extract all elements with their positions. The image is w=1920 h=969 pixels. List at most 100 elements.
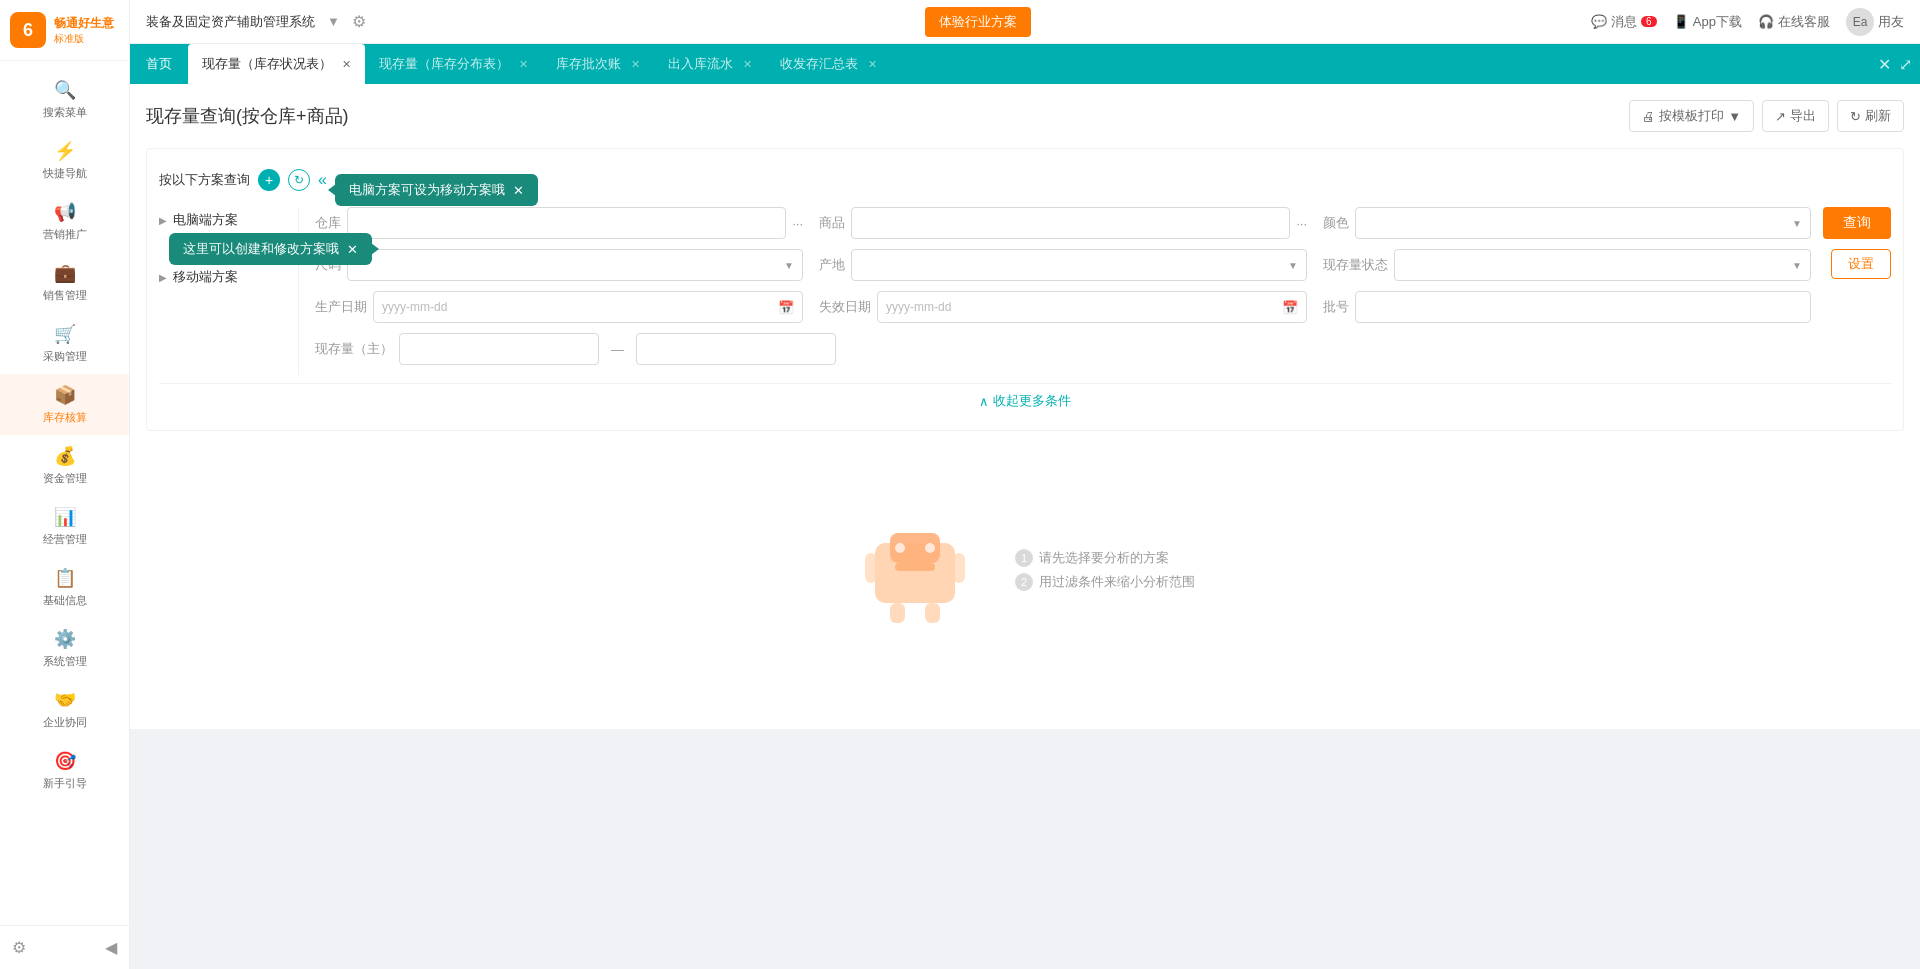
- sidebar-nav: 🔍 搜索菜单 ⚡ 快捷导航 📢 营销推广 💼 销售管理 🛒 采购管理 📦 库存核…: [0, 61, 129, 925]
- color-label: 颜色: [1323, 214, 1349, 232]
- svg-rect-5: [865, 553, 877, 583]
- sidebar-item-inventory[interactable]: 📦 库存核算: [0, 374, 129, 435]
- collapse-label: 收起更多条件: [993, 392, 1071, 410]
- settings-bottom-icon[interactable]: ⚙: [12, 938, 26, 957]
- briefcase-icon: 💼: [54, 262, 76, 284]
- sidebar-item-marketing[interactable]: 📢 营销推广: [0, 191, 129, 252]
- collapse-up-icon: ∧: [979, 394, 989, 409]
- message-icon: 💬: [1591, 14, 1607, 29]
- empty-text-area: 1 请先选择要分析的方案 2 用过滤条件来缩小分析范围: [1015, 549, 1195, 597]
- tab-expand-icon[interactable]: ⤢: [1899, 55, 1912, 74]
- tooltip1-close[interactable]: ✕: [513, 183, 524, 198]
- chart-icon: 📊: [54, 506, 76, 528]
- production-date-placeholder: yyyy-mm-dd: [382, 300, 447, 314]
- tab-batch[interactable]: 库存批次账 ✕: [542, 44, 654, 84]
- header-right: 💬 消息 6 📱 App下载 🎧 在线客服 Ea 用友: [1591, 8, 1904, 36]
- print-button[interactable]: 🖨 按模板打印 ▼: [1629, 100, 1754, 132]
- filter-section: 按以下方案查询 + ↻ « 电脑方案可设为移动方案哦 ✕: [146, 148, 1904, 431]
- app-download-item[interactable]: 📱 App下载: [1673, 13, 1742, 31]
- tab-close-inventory-dist[interactable]: ✕: [519, 58, 528, 71]
- filter-production-date: 生产日期 yyyy-mm-dd 📅: [315, 291, 803, 323]
- sidebar-item-enterprise[interactable]: 🤝 企业协同: [0, 679, 129, 740]
- size-chevron-icon: ▼: [784, 260, 794, 271]
- cart-icon: 🛒: [54, 323, 76, 345]
- sidebar-item-sales[interactable]: 💼 销售管理: [0, 252, 129, 313]
- scheme-tooltip-1: 电脑方案可设为移动方案哦 ✕: [335, 174, 538, 206]
- origin-label: 产地: [819, 256, 845, 274]
- expire-date-calendar-icon[interactable]: 📅: [1282, 300, 1298, 315]
- filter-size: 尺码 ▼: [315, 249, 803, 281]
- sidebar-item-quick[interactable]: ⚡ 快捷导航: [0, 130, 129, 191]
- filter-batch-no: 批号: [1323, 291, 1811, 323]
- scheme-item-desktop[interactable]: ▶ 电脑端方案: [159, 207, 286, 233]
- filter-row-4: 现存量（主） —: [315, 333, 1811, 365]
- collapse-sidebar-icon[interactable]: ◀: [105, 938, 117, 957]
- search-icon: 🔍: [54, 79, 76, 101]
- sidebar-item-finance[interactable]: 💰 资金管理: [0, 435, 129, 496]
- tooltip2-close[interactable]: ✕: [347, 242, 358, 257]
- tab-inventory-dist[interactable]: 现存量（库存分布表） ✕: [365, 44, 542, 84]
- sidebar-item-system[interactable]: ⚙️ 系统管理: [0, 618, 129, 679]
- filter-header-label: 按以下方案查询: [159, 171, 250, 189]
- refresh-icon: ↻: [1850, 109, 1861, 124]
- sidebar-item-operations[interactable]: 📊 经营管理: [0, 496, 129, 557]
- query-button[interactable]: 查询: [1823, 207, 1891, 239]
- filter-back-button[interactable]: «: [318, 171, 327, 189]
- settings-icon[interactable]: ⚙: [352, 12, 366, 31]
- chevron-right-mobile-icon: ▶: [159, 272, 167, 283]
- stock-status-chevron-icon: ▼: [1792, 260, 1802, 271]
- filter-add-button[interactable]: +: [258, 169, 280, 191]
- refresh-button[interactable]: ↻ 刷新: [1837, 100, 1904, 132]
- scheme-item-mobile[interactable]: ▶ 移动端方案: [159, 264, 286, 290]
- svg-rect-7: [890, 603, 905, 623]
- filter-refresh-button[interactable]: ↻: [288, 169, 310, 191]
- page-actions: 🖨 按模板打印 ▼ ↗ 导出 ↻ 刷新: [1629, 100, 1904, 132]
- scheme-mobile-label: 移动端方案: [173, 268, 238, 286]
- tab-close-receipt[interactable]: ✕: [868, 58, 877, 71]
- color-chevron-icon: ▼: [1792, 218, 1802, 229]
- batch-no-label: 批号: [1323, 298, 1349, 316]
- money-icon: 💰: [54, 445, 76, 467]
- product-label: 商品: [819, 214, 845, 232]
- system-dropdown-icon[interactable]: ▼: [327, 14, 340, 29]
- production-date-calendar-icon[interactable]: 📅: [778, 300, 794, 315]
- phone-icon: 📱: [1673, 14, 1689, 29]
- filter-row-1: 仓库 ··· 商品 ··· 颜色: [315, 207, 1811, 239]
- sidebar-item-basic[interactable]: 📋 基础信息: [0, 557, 129, 618]
- message-item[interactable]: 💬 消息 6: [1591, 13, 1657, 31]
- product-more-icon[interactable]: ···: [1296, 216, 1307, 231]
- sidebar-item-purchase[interactable]: 🛒 采购管理: [0, 313, 129, 374]
- tab-close-inout[interactable]: ✕: [743, 58, 752, 71]
- set-button[interactable]: 设置: [1831, 249, 1891, 279]
- scheme-tooltip-2: 这里可以创建和修改方案哦 ✕: [169, 233, 372, 265]
- header-left: 装备及固定资产辅助管理系统 ▼ ⚙: [146, 12, 366, 31]
- collapse-bar[interactable]: ∧ 收起更多条件: [159, 383, 1891, 418]
- sidebar-item-guide[interactable]: 🎯 新手引导: [0, 740, 129, 801]
- origin-chevron-icon: ▼: [1288, 260, 1298, 271]
- page-title-row: 现存量查询(按仓库+商品) 🖨 按模板打印 ▼ ↗ 导出 ↻ 刷新: [146, 100, 1904, 132]
- range-dash: —: [605, 342, 630, 357]
- tab-close-all-icon[interactable]: ✕: [1878, 55, 1891, 74]
- content-area: 现存量查询(按仓库+商品) 🖨 按模板打印 ▼ ↗ 导出 ↻ 刷新: [130, 84, 1920, 729]
- svg-point-2: [895, 543, 905, 553]
- tabs-right-actions: ✕ ⤢: [1878, 55, 1920, 74]
- scheme-list: ▶ 电脑端方案 这里可以创建和修改方案哦 ✕ 按商品: [159, 207, 299, 375]
- svg-rect-8: [925, 603, 940, 623]
- tab-receipt-summary[interactable]: 收发存汇总表 ✕: [766, 44, 891, 84]
- support-item[interactable]: 🎧 在线客服: [1758, 13, 1830, 31]
- production-date-label: 生产日期: [315, 298, 367, 316]
- tab-close-inventory-status[interactable]: ✕: [342, 58, 351, 71]
- trial-button[interactable]: 体验行业方案: [925, 7, 1031, 37]
- tab-home[interactable]: 首页: [130, 44, 188, 84]
- tab-close-batch[interactable]: ✕: [631, 58, 640, 71]
- gear-icon: ⚙️: [54, 628, 76, 650]
- robot-svg: [855, 513, 975, 633]
- megaphone-icon: 📢: [54, 201, 76, 223]
- tab-inventory-status[interactable]: 现存量（库存状况表） ✕: [188, 44, 365, 84]
- tab-inout-flow[interactable]: 出入库流水 ✕: [654, 44, 766, 84]
- warehouse-more-icon[interactable]: ···: [792, 216, 803, 231]
- user-item[interactable]: Ea 用友: [1846, 8, 1904, 36]
- sidebar-item-search[interactable]: 🔍 搜索菜单: [0, 69, 129, 130]
- export-button[interactable]: ↗ 导出: [1762, 100, 1829, 132]
- chevron-right-icon: ▶: [159, 215, 167, 226]
